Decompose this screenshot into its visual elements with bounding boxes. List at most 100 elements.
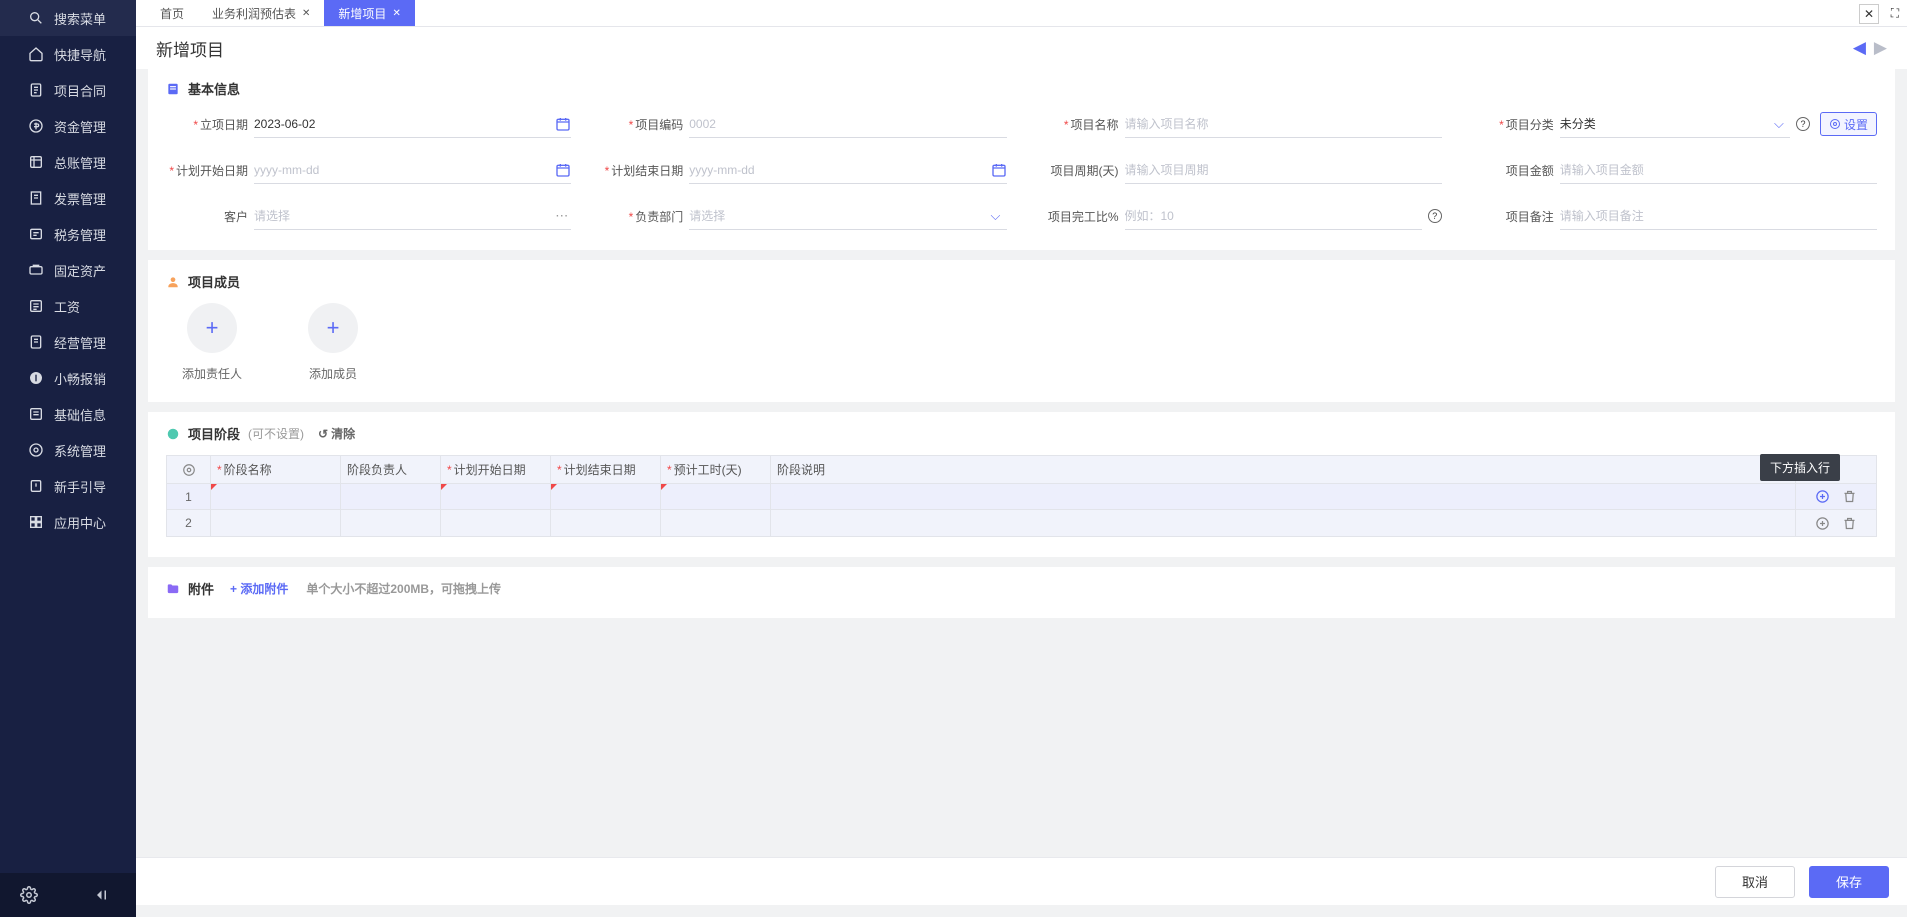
cell-name[interactable]: [211, 484, 341, 509]
add-row-icon[interactable]: [1815, 516, 1830, 531]
sidebar-item-ledger[interactable]: 总账管理: [0, 144, 136, 180]
more-icon[interactable]: ⋯: [555, 208, 571, 224]
table-row[interactable]: 2: [167, 510, 1876, 536]
cell-hours[interactable]: [661, 484, 771, 509]
sidebar-item-sys[interactable]: 系统管理: [0, 432, 136, 468]
sidebar-item-tax[interactable]: 税务管理: [0, 216, 136, 252]
expand-panel-button[interactable]: ⛶: [1885, 4, 1905, 24]
sidebar-item-label: 新手引导: [54, 477, 106, 496]
collapse-icon[interactable]: [94, 886, 112, 904]
add-attachment-button[interactable]: + 添加附件: [230, 580, 288, 597]
add-owner-button[interactable]: +: [187, 303, 237, 353]
dept-label: 负责部门: [601, 208, 689, 225]
pager-next-icon[interactable]: ▶: [1874, 38, 1887, 58]
amount-label: 项目金额: [1472, 162, 1560, 179]
tab-新增项目[interactable]: 新增项目✕: [324, 0, 414, 26]
sidebar-item-doc[interactable]: 项目合同: [0, 72, 136, 108]
tab-首页[interactable]: 首页: [146, 0, 198, 26]
stages-title: 项目阶段: [188, 424, 240, 443]
plan-end-label: 计划结束日期: [601, 162, 689, 179]
close-icon[interactable]: ✕: [392, 8, 400, 19]
sidebar-item-label: 搜索菜单: [54, 9, 106, 28]
sidebar-item-label: 发票管理: [54, 189, 106, 208]
sidebar-item-wallet[interactable]: 资金管理: [0, 108, 136, 144]
calendar-icon[interactable]: [555, 116, 571, 132]
calendar-icon[interactable]: [991, 162, 1007, 178]
customer-select[interactable]: [254, 209, 555, 223]
add-member-button[interactable]: +: [308, 303, 358, 353]
name-input[interactable]: [1125, 117, 1442, 131]
sidebar-item-guide[interactable]: 新手引导: [0, 468, 136, 504]
sidebar-bottom: [0, 873, 136, 917]
delete-row-icon[interactable]: [1842, 516, 1857, 531]
close-panel-button[interactable]: ✕: [1859, 4, 1879, 24]
asset-icon: [28, 262, 44, 278]
cell-desc[interactable]: [771, 510, 1796, 536]
gear-icon[interactable]: [167, 456, 211, 483]
help-icon[interactable]: ?: [1796, 117, 1810, 131]
main: 首页业务利润预估表✕新增项目✕ ✕ ⛶ 新增项目 ◀ ▶ 基本信息: [136, 0, 1907, 917]
sidebar-item-invoice[interactable]: 发票管理: [0, 180, 136, 216]
create-date-label: 立项日期: [166, 116, 254, 133]
cell-end[interactable]: [551, 510, 661, 536]
sidebar-item-label: 工资: [54, 297, 80, 316]
sidebar-item-search[interactable]: 搜索菜单: [0, 0, 136, 36]
cycle-input[interactable]: [1125, 163, 1442, 177]
members-card: 项目成员 + 添加责任人 + 添加成员: [148, 260, 1895, 402]
amount-input[interactable]: [1560, 163, 1877, 177]
dept-select[interactable]: [689, 209, 990, 223]
guide-icon: [28, 478, 44, 494]
members-title: 项目成员: [188, 272, 240, 291]
sys-icon: [28, 442, 44, 458]
col-stage-start: 计划开始日期: [441, 456, 551, 483]
sidebar-item-home[interactable]: 快捷导航: [0, 36, 136, 72]
pager-prev-icon[interactable]: ◀: [1853, 38, 1866, 58]
sidebar-item-apps[interactable]: 应用中心: [0, 504, 136, 540]
remark-input[interactable]: [1560, 209, 1877, 223]
cell-end[interactable]: [551, 484, 661, 509]
add-row-icon[interactable]: [1815, 489, 1830, 504]
wallet-icon: [28, 118, 44, 134]
help-icon[interactable]: ?: [1428, 209, 1442, 223]
ledger-icon: [28, 154, 44, 170]
sidebar-item-biz[interactable]: 经营管理: [0, 324, 136, 360]
sidebar-item-label: 税务管理: [54, 225, 106, 244]
cell-desc[interactable]: [771, 484, 1796, 509]
gear-icon[interactable]: [20, 886, 38, 904]
col-stage-desc: 阶段说明: [771, 456, 1796, 483]
sidebar-item-base[interactable]: 基础信息: [0, 396, 136, 432]
delete-row-icon[interactable]: [1842, 489, 1857, 504]
tab-业务利润预估表[interactable]: 业务利润预估表✕: [198, 0, 324, 26]
cancel-button[interactable]: 取消: [1715, 866, 1795, 898]
sidebar-item-asset[interactable]: 固定资产: [0, 252, 136, 288]
base-icon: [28, 406, 44, 422]
cell-owner[interactable]: [341, 510, 441, 536]
progress-input[interactable]: [1125, 209, 1422, 223]
cycle-label: 项目周期(天): [1037, 162, 1125, 179]
remark-label: 项目备注: [1472, 208, 1560, 225]
sidebar-item-salary[interactable]: 工资: [0, 288, 136, 324]
cell-start[interactable]: [441, 510, 551, 536]
cell-owner[interactable]: [341, 484, 441, 509]
chevron-down-icon[interactable]: ⌵: [991, 208, 1007, 224]
calendar-icon[interactable]: [555, 162, 571, 178]
code-input[interactable]: [689, 117, 1006, 131]
cell-hours[interactable]: [661, 510, 771, 536]
chevron-down-icon[interactable]: ⌵: [1774, 116, 1790, 132]
create-date-input[interactable]: [254, 117, 555, 131]
sidebar-item-expense[interactable]: 小畅报销: [0, 360, 136, 396]
cell-name[interactable]: [211, 510, 341, 536]
stages-clear-button[interactable]: ↺清除: [318, 425, 355, 442]
close-icon[interactable]: ✕: [302, 8, 310, 19]
plan-start-input[interactable]: [254, 163, 555, 177]
page-title: 新增项目: [156, 36, 224, 61]
plan-end-input[interactable]: [689, 163, 990, 177]
cell-start[interactable]: [441, 484, 551, 509]
save-button[interactable]: 保存: [1809, 866, 1889, 898]
row-number: 2: [167, 510, 211, 536]
tab-label: 首页: [160, 5, 184, 22]
category-label: 项目分类: [1472, 116, 1560, 133]
category-select[interactable]: [1560, 117, 1774, 131]
config-button[interactable]: 设置: [1820, 112, 1877, 136]
table-row[interactable]: 1: [167, 484, 1876, 510]
